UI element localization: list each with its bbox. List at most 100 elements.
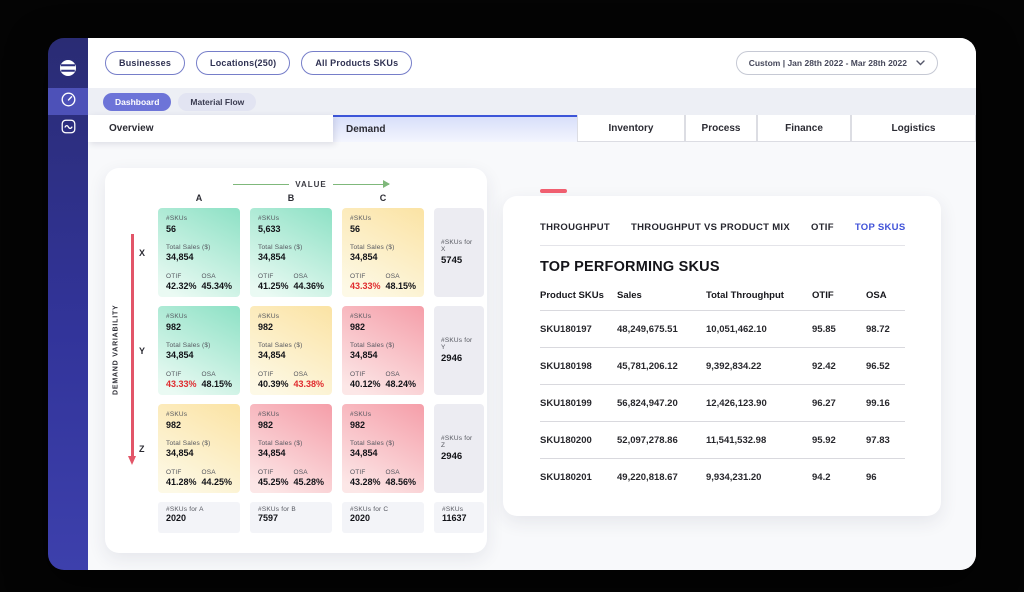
metric-group: OTIF 40.12%	[350, 371, 385, 390]
metric-value: 982	[166, 419, 182, 430]
metric-label: Total Sales ($)	[350, 341, 395, 349]
sidebar-item-material-flow[interactable]	[48, 115, 88, 142]
metric-group: Total Sales ($) 34,854	[350, 440, 416, 459]
date-range-text: Custom | Jan 28th 2022 - Mar 28th 2022	[748, 58, 907, 68]
metric-value: 48.56%	[385, 477, 416, 487]
metric-label: #SKUs	[350, 215, 372, 222]
otif-osa-row: OTIF 43.33% OSA 48.15%	[350, 273, 416, 292]
tab-finance[interactable]: Finance	[757, 115, 851, 142]
gauge-icon	[60, 91, 77, 113]
sku-cell: SKU180199	[540, 384, 617, 421]
businesses-filter-button[interactable]: Businesses	[105, 51, 186, 75]
matrix-cell-a-y[interactable]: #SKUs 982 Total Sales ($) 34,854 OTIF 43.33% O…	[158, 306, 240, 395]
matrix-cell-b-x[interactable]: #SKUs 5,633 Total Sales ($) 34,854 OTIF 41.25…	[250, 208, 332, 297]
metric-group: #SKUs 982	[166, 313, 232, 332]
metric-value: 40.39%	[258, 379, 289, 389]
metric-value: 982	[166, 321, 182, 332]
otif-osa-row: OTIF 43.28% OSA 48.56%	[350, 469, 416, 488]
metric-label: OTIF	[350, 468, 366, 476]
tab-process[interactable]: Process	[685, 115, 757, 142]
value-axis-line	[233, 183, 290, 186]
products-skus-filter-button[interactable]: All Products SKUs	[301, 51, 413, 75]
metric-label: Total Sales ($)	[350, 243, 395, 251]
tab-overview[interactable]: Overview	[88, 115, 333, 142]
matrix-cell-a-x[interactable]: #SKUs 56 Total Sales ($) 34,854 OTIF 42.32% OS…	[158, 208, 240, 297]
view-switcher: Dashboard Material Flow	[88, 88, 976, 115]
material-flow-pill[interactable]: Material Flow	[178, 92, 257, 111]
filter-group: Businesses Locations(250) All Products S…	[105, 51, 413, 75]
matrix-summary-y: #SKUs for Y 2946	[434, 306, 484, 395]
matrix-summary-x: #SKUs for X 5745	[434, 208, 484, 297]
value-cell: 9,934,231.20	[706, 458, 812, 495]
metric-group: #SKUs 982	[350, 313, 416, 332]
metric-label: OSA	[293, 272, 308, 280]
metric-group: OSA 43.38%	[293, 371, 324, 390]
tab-logistics[interactable]: Logistics	[851, 115, 976, 142]
metric-label: OSA	[385, 272, 400, 280]
report-tab-top-skus[interactable]: TOP SKUS	[855, 222, 906, 233]
value-cell: 10,051,462.10	[706, 310, 812, 347]
matrix-footer-3: #SKUs 11637	[434, 502, 484, 533]
metric-group: OSA 45.34%	[201, 273, 232, 292]
value-cell: 94.2	[812, 458, 866, 495]
metric-value: 34,854	[350, 252, 378, 263]
footer-label: #SKUs for C	[350, 506, 389, 513]
sku-cell: SKU180198	[540, 347, 617, 384]
metric-label: OTIF	[166, 468, 182, 476]
value-axis-label: VALUE	[295, 180, 327, 189]
metric-group: OSA 48.15%	[385, 273, 416, 292]
metric-group: Total Sales ($) 34,854	[258, 342, 324, 361]
row-label-z: Z	[139, 443, 145, 454]
metric-label: OTIF	[350, 272, 366, 280]
metric-label: OTIF	[258, 272, 274, 280]
metric-value: 43.38%	[293, 379, 324, 389]
matrix-cell-c-y[interactable]: #SKUs 982 Total Sales ($) 34,854 OTIF 40.12% O…	[342, 306, 424, 395]
scroll-indicator	[540, 189, 567, 193]
metric-value: 40.12%	[350, 379, 381, 389]
desktop-background: Businesses Locations(250) All Products S…	[0, 0, 1024, 592]
footer-value: 11637	[442, 513, 467, 523]
metric-label: #SKUs	[166, 215, 188, 222]
value-cell: 95.92	[812, 421, 866, 458]
metric-group: Total Sales ($) 34,854	[166, 440, 232, 459]
dashboard-pill[interactable]: Dashboard	[103, 92, 172, 111]
matrix-cell-b-z[interactable]: #SKUs 982 Total Sales ($) 34,854 OTIF 45.25% O…	[250, 404, 332, 493]
sidebar-item-logo[interactable]	[48, 53, 88, 88]
matrix-cell-c-z[interactable]: #SKUs 982 Total Sales ($) 34,854 OTIF 43.28% O…	[342, 404, 424, 493]
metric-group: Total Sales ($) 34,854	[258, 244, 324, 263]
summary-value: 2946	[441, 352, 463, 364]
metric-label: #SKUs	[258, 411, 280, 418]
metric-value: 56	[350, 223, 361, 234]
metric-label: #SKUs	[350, 313, 372, 320]
date-range-selector[interactable]: Custom | Jan 28th 2022 - Mar 28th 2022	[735, 51, 938, 75]
locations-filter-button[interactable]: Locations(250)	[196, 51, 291, 75]
metric-label: OSA	[201, 370, 216, 378]
matrix-cell-c-x[interactable]: #SKUs 56 Total Sales ($) 34,854 OTIF 43.33% OS…	[342, 208, 424, 297]
metric-value: 34,854	[166, 350, 194, 361]
top-filter-bar: Businesses Locations(250) All Products S…	[88, 38, 976, 88]
metric-value: 43.33%	[166, 379, 197, 389]
metric-group: #SKUs 5,633	[258, 215, 324, 234]
summary-value: 2946	[441, 450, 463, 462]
report-tab-otif[interactable]: OTIF	[811, 222, 834, 233]
report-tabs: THROUGHPUT THROUGHPUT VS PRODUCT MIX OTIF T…	[540, 222, 905, 233]
sidebar-item-dashboard[interactable]	[48, 88, 88, 115]
value-cell: 56,824,947.20	[617, 384, 706, 421]
metric-value: 45.34%	[201, 281, 232, 291]
col-header-a: A	[195, 193, 203, 203]
matrix-cell-b-y[interactable]: #SKUs 982 Total Sales ($) 34,854 OTIF 40.39% O…	[250, 306, 332, 395]
report-tab-throughput-vs-product-mix[interactable]: THROUGHPUT VS PRODUCT MIX	[631, 222, 790, 233]
tab-demand[interactable]: Demand	[333, 115, 577, 142]
report-tab-throughput[interactable]: THROUGHPUT	[540, 222, 610, 233]
main-area: Businesses Locations(250) All Products S…	[88, 38, 976, 570]
tab-inventory[interactable]: Inventory	[577, 115, 685, 142]
matrix-summary-z: #SKUs for Z 2946	[434, 404, 484, 493]
metric-group: OSA 44.36%	[293, 273, 324, 292]
metric-group: OTIF 43.33%	[166, 371, 201, 390]
metric-label: #SKUs	[166, 411, 188, 418]
value-cell: 49,220,818.67	[617, 458, 706, 495]
metric-group: OTIF 45.25%	[258, 469, 293, 488]
metric-value: 42.32%	[166, 281, 197, 291]
matrix-cell-a-z[interactable]: #SKUs 982 Total Sales ($) 34,854 OTIF 41.28% O…	[158, 404, 240, 493]
flow-wave-icon	[60, 118, 77, 140]
